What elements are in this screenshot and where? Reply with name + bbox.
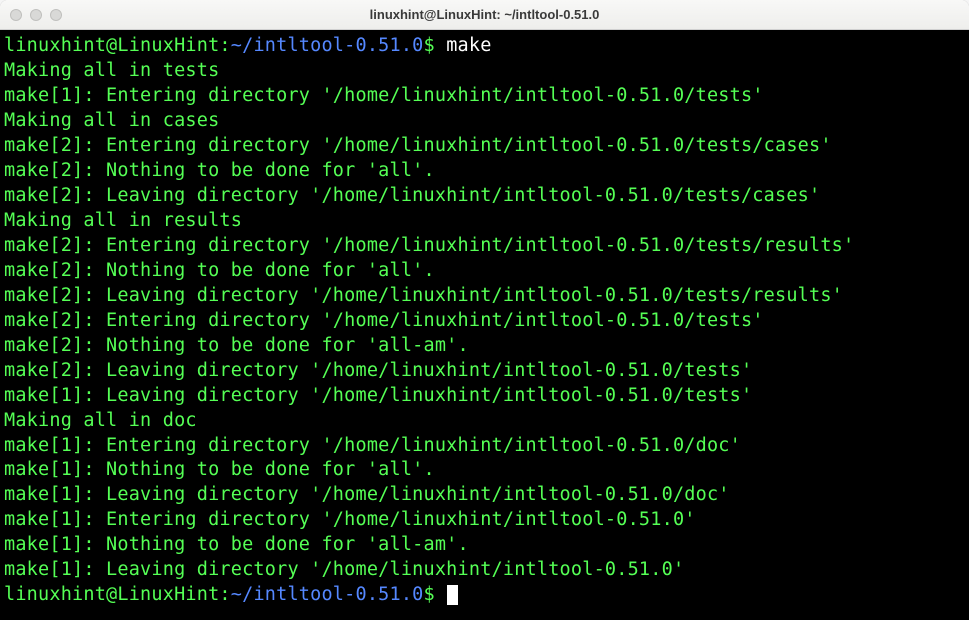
window-controls — [10, 9, 62, 21]
output-line: make[2]: Leaving directory '/home/linuxh… — [4, 360, 752, 381]
output-line: make[1]: Entering directory '/home/linux… — [4, 435, 741, 456]
output-line: make[2]: Leaving directory '/home/linuxh… — [4, 185, 820, 206]
prompt-user-host: linuxhint@LinuxHint — [4, 584, 219, 605]
prompt-dollar: $ — [424, 35, 447, 56]
prompt-user-host: linuxhint@LinuxHint — [4, 35, 219, 56]
output-line: make[2]: Entering directory '/home/linux… — [4, 135, 832, 156]
prompt-path: ~/intltool-0.51.0 — [231, 35, 424, 56]
output-line: make[1]: Leaving directory '/home/linuxh… — [4, 484, 730, 505]
prompt-colon: : — [219, 584, 230, 605]
output-line: make[1]: Leaving directory '/home/linuxh… — [4, 559, 684, 580]
output-line: make[2]: Nothing to be done for 'all-am'… — [4, 335, 469, 356]
close-icon[interactable] — [10, 9, 22, 21]
output-line: Making all in doc — [4, 410, 197, 431]
output-line: Making all in cases — [4, 110, 219, 131]
output-line: make[1]: Leaving directory '/home/linuxh… — [4, 385, 752, 406]
maximize-icon[interactable] — [50, 9, 62, 21]
titlebar[interactable]: linuxhint@LinuxHint: ~/intltool-0.51.0 — [0, 0, 969, 30]
prompt-path: ~/intltool-0.51.0 — [231, 584, 424, 605]
command-text: make — [446, 35, 491, 56]
output-line: make[1]: Nothing to be done for 'all'. — [4, 459, 435, 480]
output-line: Making all in results — [4, 210, 242, 231]
output-line: make[2]: Entering directory '/home/linux… — [4, 310, 764, 331]
prompt-colon: : — [219, 35, 230, 56]
output-line: Making all in tests — [4, 60, 219, 81]
terminal-window: linuxhint@LinuxHint: ~/intltool-0.51.0 l… — [0, 0, 969, 620]
output-line: make[2]: Nothing to be done for 'all'. — [4, 160, 435, 181]
window-title: linuxhint@LinuxHint: ~/intltool-0.51.0 — [370, 7, 600, 22]
output-line: make[2]: Nothing to be done for 'all'. — [4, 260, 435, 281]
output-line: make[2]: Leaving directory '/home/linuxh… — [4, 285, 843, 306]
minimize-icon[interactable] — [30, 9, 42, 21]
cursor — [447, 585, 458, 605]
prompt-dollar: $ — [424, 584, 447, 605]
output-line: make[1]: Entering directory '/home/linux… — [4, 85, 764, 106]
output-line: make[1]: Nothing to be done for 'all-am'… — [4, 534, 469, 555]
output-line: make[1]: Entering directory '/home/linux… — [4, 509, 696, 530]
terminal-body[interactable]: linuxhint@LinuxHint:~/intltool-0.51.0$ m… — [0, 30, 969, 620]
output-line: make[2]: Entering directory '/home/linux… — [4, 235, 854, 256]
